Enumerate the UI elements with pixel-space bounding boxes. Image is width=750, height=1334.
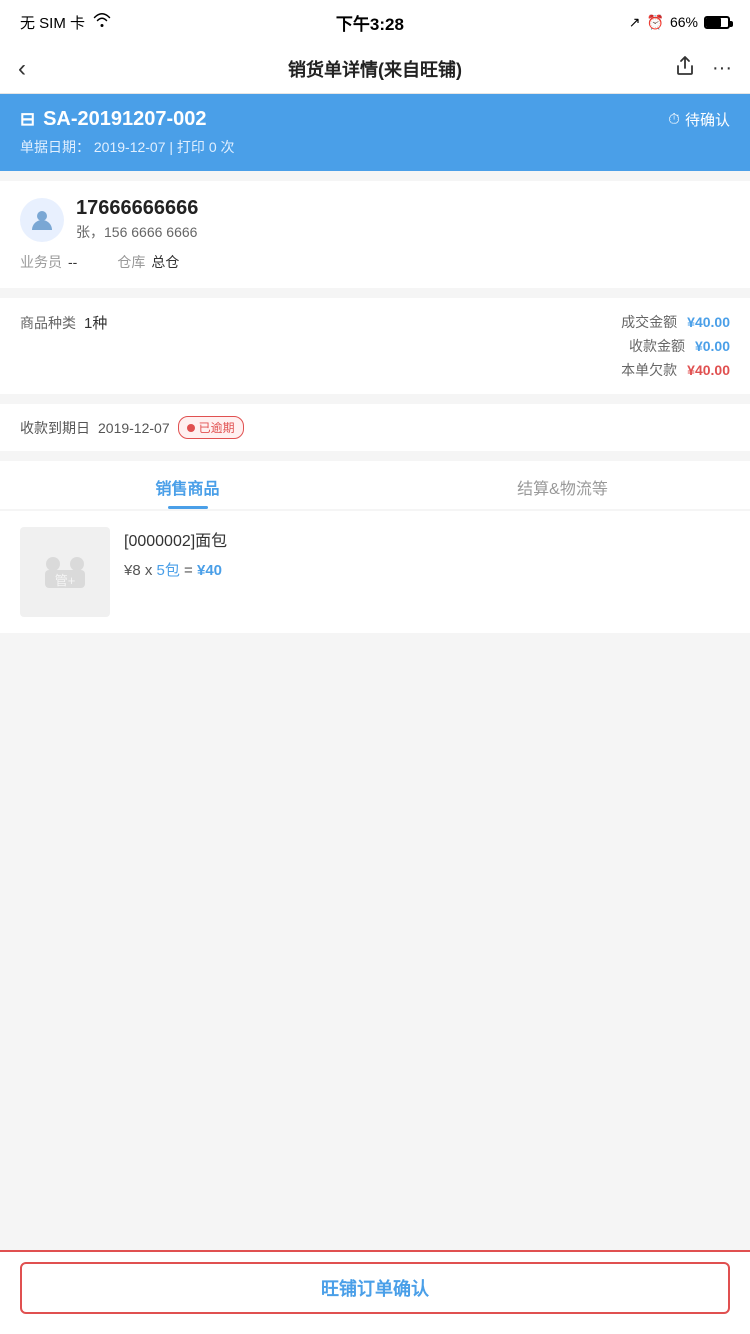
salesperson-label: 业务员: [20, 252, 62, 272]
overdue-badge: 已逾期: [178, 416, 244, 439]
product-image: 管+: [20, 527, 110, 617]
status-left: 无 SIM 卡: [20, 12, 111, 33]
page-title: 销货单详情(来自旺铺): [288, 56, 462, 82]
summary-left: 商品种类 1种: [20, 312, 180, 333]
status-clock-icon: ⏱: [668, 111, 680, 128]
order-header: ⊟ SA-20191207-002 ⏱ 待确认 单据日期： 2019-12-07…: [0, 94, 750, 171]
location-icon: ↗: [629, 14, 641, 31]
alarm-icon: ⏰: [647, 14, 664, 31]
owed-row: 本单欠款 ¥40.00: [621, 360, 730, 380]
more-button[interactable]: ···: [712, 57, 732, 80]
price-equals: =: [180, 562, 197, 579]
battery-percent: 66%: [670, 14, 698, 30]
owed-label: 本单欠款: [621, 360, 677, 380]
category-value: 1种: [84, 312, 107, 333]
customer-card: 17666666666 张，156 6666 6666 业务员 -- 仓库 总仓: [0, 181, 750, 288]
back-button[interactable]: ‹: [18, 55, 26, 83]
meta-row: 业务员 -- 仓库 总仓: [20, 252, 730, 272]
tab-sales-label: 销售商品: [155, 481, 219, 498]
warehouse-label: 仓库: [117, 252, 145, 272]
order-date-row: 单据日期： 2019-12-07 | 打印 0 次: [20, 137, 730, 157]
warehouse-item: 仓库 总仓: [117, 252, 179, 272]
status-time: 下午3:28: [336, 10, 404, 35]
status-text: 待确认: [685, 109, 730, 130]
order-status: ⏱ 待确认: [668, 109, 730, 130]
avatar: [20, 198, 64, 242]
summary-right: 成交金额 ¥40.00 收款金额 ¥0.00 本单欠款 ¥40.00: [180, 312, 730, 380]
customer-info: 17666666666 张，156 6666 6666: [76, 197, 198, 242]
warehouse-value: 总仓: [151, 252, 179, 272]
tab-sales[interactable]: 销售商品: [0, 461, 375, 509]
confirm-button-wrap: 旺铺订单确认: [0, 1250, 750, 1334]
tabs-row: 销售商品 结算&物流等: [0, 461, 750, 509]
salesperson-value: --: [68, 254, 77, 270]
received-label: 收款金额: [629, 336, 685, 356]
price-total: ¥40: [197, 562, 222, 579]
battery-icon: [704, 16, 730, 29]
status-bar: 无 SIM 卡 下午3:28 ↗ ⏰ 66%: [0, 0, 750, 44]
owed-value: ¥40.00: [687, 362, 730, 378]
category-label: 商品种类: [20, 313, 76, 333]
product-info: [0000002]面包 ¥8 x 5包 = ¥40: [124, 527, 730, 580]
product-price: ¥8 x 5包 = ¥40: [124, 559, 730, 580]
amount-value: ¥40.00: [687, 314, 730, 330]
customer-phone: 17666666666: [76, 197, 198, 220]
overdue-text: 已逾期: [199, 419, 235, 436]
product-card: 管+ [0000002]面包 ¥8 x 5包 = ¥40: [0, 511, 750, 633]
product-name: [0000002]面包: [124, 527, 730, 551]
salesperson-item: 业务员 --: [20, 252, 77, 272]
price-text: ¥8 x: [124, 562, 157, 579]
overdue-dot-icon: [187, 424, 195, 432]
due-date: 2019-12-07: [98, 420, 170, 436]
customer-row: 17666666666 张，156 6666 6666: [20, 197, 730, 242]
share-button[interactable]: [674, 55, 696, 83]
tab-settlement-label: 结算&物流等: [517, 481, 608, 498]
customer-name: 张，156 6666 6666: [76, 222, 198, 242]
order-id: ⊟ SA-20191207-002: [20, 108, 207, 131]
carrier-label: 无 SIM 卡: [20, 12, 85, 33]
due-label: 收款到期日: [20, 418, 90, 438]
amount-label: 成交金额: [621, 312, 677, 332]
date-label: 单据日期：: [20, 139, 90, 155]
due-date-row: 收款到期日 2019-12-07 已逾期: [0, 404, 750, 451]
order-date: 2019-12-07: [94, 139, 166, 155]
order-id-text: SA-20191207-002: [43, 108, 206, 131]
nav-bar: ‹ 销货单详情(来自旺铺) ···: [0, 44, 750, 94]
product-logo-icon: 管+: [35, 542, 95, 602]
status-right: ↗ ⏰ 66%: [629, 14, 730, 31]
wifi-icon: [93, 13, 111, 31]
svg-text:管+: 管+: [55, 573, 76, 588]
confirm-order-button[interactable]: 旺铺订单确认: [20, 1262, 730, 1314]
order-icon: ⊟: [20, 109, 35, 130]
received-row: 收款金额 ¥0.00: [629, 336, 730, 356]
order-id-row: ⊟ SA-20191207-002 ⏱ 待确认: [20, 108, 730, 131]
amount-row: 成交金额 ¥40.00: [621, 312, 730, 332]
bottom-spacer: [0, 633, 750, 723]
print-info: | 打印 0 次: [169, 139, 234, 155]
price-qty: 5包: [157, 562, 180, 579]
nav-actions: ···: [674, 55, 732, 83]
received-value: ¥0.00: [695, 338, 730, 354]
tab-settlement[interactable]: 结算&物流等: [375, 461, 750, 509]
summary-card: 商品种类 1种 成交金额 ¥40.00 收款金额 ¥0.00 本单欠款 ¥40.…: [0, 298, 750, 394]
